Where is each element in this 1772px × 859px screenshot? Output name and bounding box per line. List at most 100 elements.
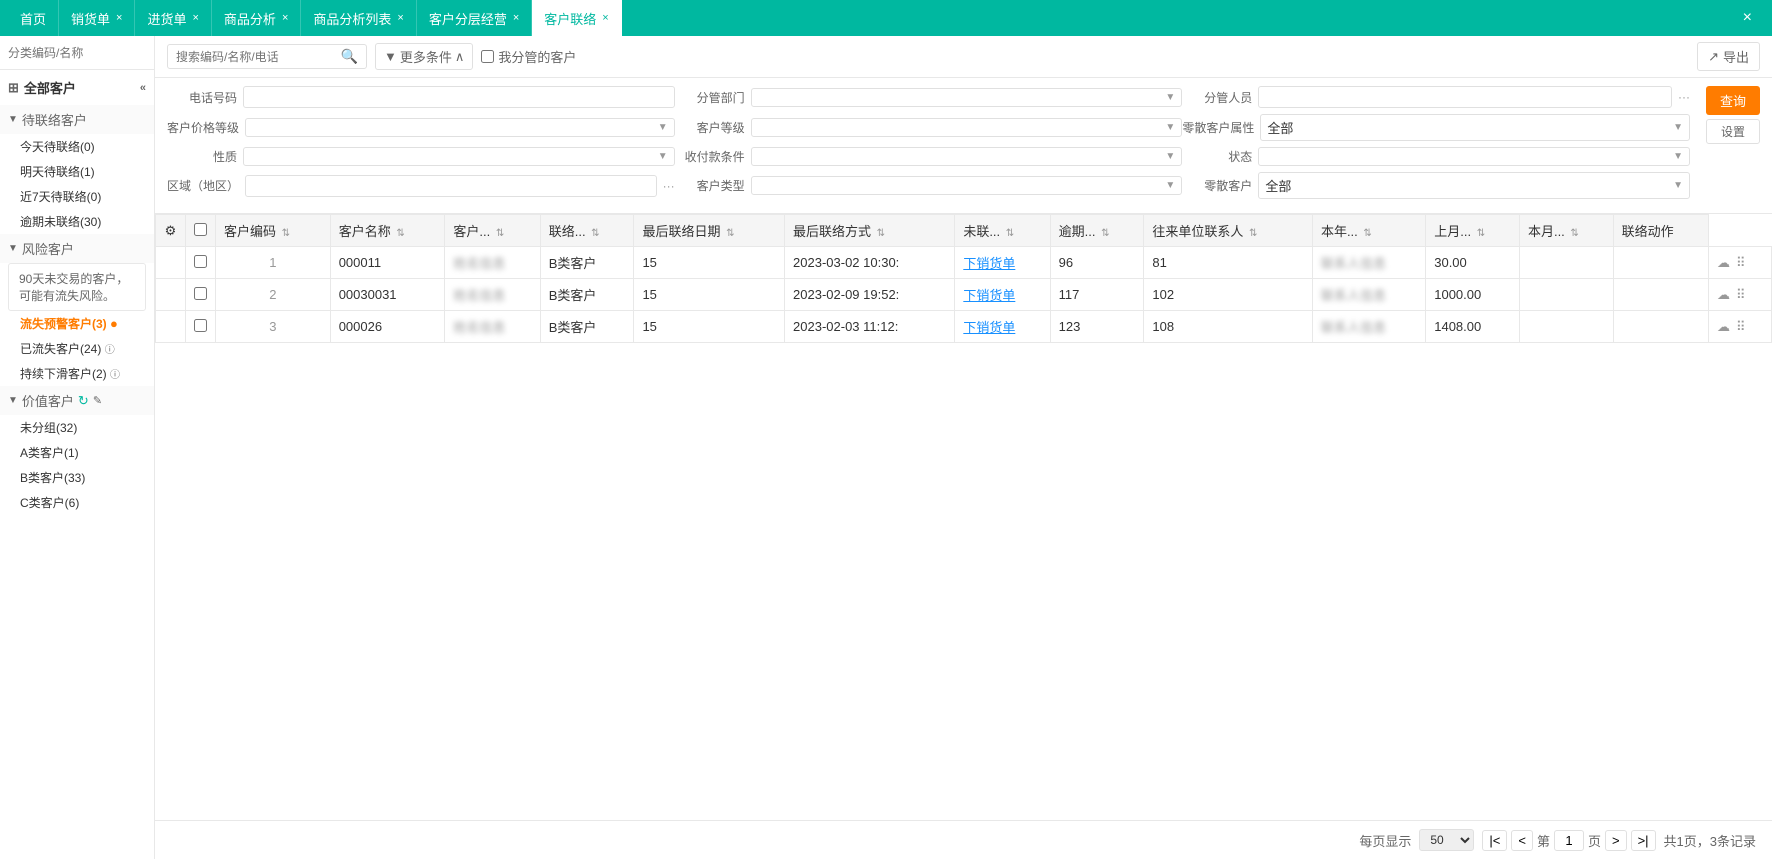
select-all-checkbox[interactable] xyxy=(194,223,207,236)
tab-product-analysis-list[interactable]: 商品分析列表 × xyxy=(301,0,416,36)
status-select[interactable]: ▼ xyxy=(1258,147,1690,166)
row-checkbox-2[interactable] xyxy=(186,311,216,343)
col-header-overdue[interactable]: 逾期... ⇅ xyxy=(1050,215,1144,247)
search-icon[interactable]: 🔍 xyxy=(341,48,358,65)
close-customer-contact-icon[interactable]: × xyxy=(602,12,608,24)
section-pending-contact[interactable]: ▼ 待联络客户 xyxy=(0,105,154,134)
action-cloud-icon-2[interactable]: ☁ xyxy=(1717,319,1730,335)
query-button[interactable]: 查询 xyxy=(1706,86,1760,115)
page-label: 第 xyxy=(1537,831,1550,850)
col-header-code[interactable]: 客户编码 ⇅ xyxy=(216,215,331,247)
col-header-contacts[interactable]: 往来单位联系人 ⇅ xyxy=(1144,215,1313,247)
col-header-contact[interactable]: 联络... ⇅ xyxy=(540,215,634,247)
row-actions-2[interactable]: ☁ ⠿ xyxy=(1709,311,1772,343)
sidebar-item-class-b[interactable]: B类客户(33) xyxy=(0,465,154,490)
row-code-2: 000026 xyxy=(330,311,445,343)
row-checkbox-1[interactable] xyxy=(186,279,216,311)
action-grid-icon-1[interactable]: ⠿ xyxy=(1736,287,1746,303)
first-page-button[interactable]: |< xyxy=(1482,830,1507,851)
customer-type-select[interactable]: ▼ xyxy=(751,176,1183,195)
page-size-select[interactable]: 50 100 xyxy=(1419,829,1474,851)
sidebar-item-class-c[interactable]: C类客户(6) xyxy=(0,490,154,515)
table-row: 2 00030031 姓名信息 B类客户 15 2023-02-09 19:52… xyxy=(156,279,1772,311)
checkbox-column-header[interactable] xyxy=(186,215,216,247)
close-sales-icon[interactable]: × xyxy=(116,12,122,24)
sidebar-item-overdue[interactable]: 逾期未联络(30) xyxy=(0,209,154,234)
action-grid-icon-2[interactable]: ⠿ xyxy=(1736,319,1746,335)
sidebar-item-churn-warning[interactable]: 流失预警客户(3) ● xyxy=(0,311,154,336)
next-page-button[interactable]: > xyxy=(1605,830,1627,851)
filter-icon: ▼ xyxy=(384,49,397,64)
settings-button[interactable]: 设置 xyxy=(1706,119,1760,144)
action-grid-icon-0[interactable]: ⠿ xyxy=(1736,255,1746,271)
my-customers-checkbox[interactable] xyxy=(481,50,494,63)
action-cloud-icon-1[interactable]: ☁ xyxy=(1717,287,1730,303)
section-risk-customer[interactable]: ▼ 风险客户 xyxy=(0,234,154,263)
payment-select[interactable]: ▼ xyxy=(751,147,1183,166)
col-header-this-year[interactable]: 本年... ⇅ xyxy=(1312,215,1425,247)
sidebar-item-today[interactable]: 今天待联络(0) xyxy=(0,134,154,159)
sidebar-search-input[interactable] xyxy=(8,46,155,60)
customer-level-select[interactable]: ▼ xyxy=(751,118,1183,137)
region-input[interactable] xyxy=(245,175,657,197)
last-page-button[interactable]: >| xyxy=(1631,830,1656,851)
sidebar-item-declining[interactable]: 持续下滑客户(2) ⓘ xyxy=(0,361,154,386)
nature-select[interactable]: ▼ xyxy=(243,147,675,166)
sidebar-item-ungrouped[interactable]: 未分组(32) xyxy=(0,415,154,440)
col-header-last-month[interactable]: 上月... ⇅ xyxy=(1426,215,1520,247)
dept-select[interactable]: ▼ xyxy=(751,88,1183,107)
filter-retail-customer: 零散客户 全部 ▼ xyxy=(1182,172,1690,199)
tab-customer-contact[interactable]: 客户联络 × xyxy=(532,0,621,36)
row-last-method-1[interactable]: 下销货单 xyxy=(955,279,1050,311)
sidebar-item-tomorrow[interactable]: 明天待联络(1) xyxy=(0,159,154,184)
sidebar-item-7days[interactable]: 近7天待联络(0) xyxy=(0,184,154,209)
retail-customer-select[interactable]: 全部 ▼ xyxy=(1258,172,1690,199)
row-select-2[interactable] xyxy=(194,319,207,332)
col-header-last-date[interactable]: 最后联络日期 ⇅ xyxy=(634,215,785,247)
window-close-button[interactable]: × xyxy=(1731,9,1764,27)
row-actions-0[interactable]: ☁ ⠿ xyxy=(1709,247,1772,279)
tab-customer-tier[interactable]: 客户分层经营 × xyxy=(417,0,532,36)
price-level-select[interactable]: ▼ xyxy=(245,118,675,137)
tab-product-analysis[interactable]: 商品分析 × xyxy=(212,0,301,36)
export-button[interactable]: ↗ 导出 xyxy=(1697,42,1760,71)
edit-icon[interactable]: ✎ xyxy=(93,394,102,407)
row-select-0[interactable] xyxy=(194,255,207,268)
sidebar-item-class-a[interactable]: A类客户(1) xyxy=(0,440,154,465)
row-actions-1[interactable]: ☁ ⠿ xyxy=(1709,279,1772,311)
section-value-customer[interactable]: ▼ 价值客户 ↻ ✎ xyxy=(0,386,154,415)
manager-more[interactable]: ··· xyxy=(1678,90,1690,104)
row-this-year-1: 1000.00 xyxy=(1426,279,1520,311)
close-product-list-icon[interactable]: × xyxy=(397,12,403,24)
search-input[interactable] xyxy=(176,50,341,64)
row-last-method-0[interactable]: 下销货单 xyxy=(955,247,1050,279)
region-more[interactable]: ··· xyxy=(663,179,675,193)
row-last-method-2[interactable]: 下销货单 xyxy=(955,311,1050,343)
manager-input[interactable] xyxy=(1258,86,1672,108)
sidebar-item-churned[interactable]: 已流失客户(24) ⓘ xyxy=(0,336,154,361)
row-unlinked-2: 123 xyxy=(1050,311,1144,343)
more-filter-button[interactable]: ▼ 更多条件 ∧ xyxy=(375,43,473,70)
row-select-1[interactable] xyxy=(194,287,207,300)
all-customers-header[interactable]: ⊞ 全部客户 « xyxy=(0,70,154,105)
phone-input[interactable] xyxy=(243,86,675,108)
col-header-last-method[interactable]: 最后联络方式 ⇅ xyxy=(785,215,955,247)
col-header-unlinked[interactable]: 未联... ⇅ xyxy=(955,215,1050,247)
col-header-type[interactable]: 客户... ⇅ xyxy=(445,215,540,247)
row-checkbox-0[interactable] xyxy=(186,247,216,279)
col-header-name[interactable]: 客户名称 ⇅ xyxy=(330,215,445,247)
close-product-analysis-icon[interactable]: × xyxy=(282,12,288,24)
close-purchase-icon[interactable]: × xyxy=(192,12,198,24)
action-cloud-icon-0[interactable]: ☁ xyxy=(1717,255,1730,271)
tab-purchase-order[interactable]: 进货单 × xyxy=(135,0,211,36)
my-customers-label[interactable]: 我分管的客户 xyxy=(481,47,576,66)
tab-home[interactable]: 首页 xyxy=(8,0,59,36)
page-number-input[interactable] xyxy=(1554,830,1584,851)
col-header-this-month[interactable]: 本月... ⇅ xyxy=(1519,215,1613,247)
close-customer-tier-icon[interactable]: × xyxy=(513,12,519,24)
prev-page-button[interactable]: < xyxy=(1511,830,1533,851)
gear-column-header[interactable]: ⚙ xyxy=(156,215,186,247)
retail-attr-select[interactable]: 全部 ▼ xyxy=(1260,114,1690,141)
refresh-icon[interactable]: ↻ xyxy=(78,393,89,409)
tab-sales-order[interactable]: 销货单 × xyxy=(59,0,135,36)
